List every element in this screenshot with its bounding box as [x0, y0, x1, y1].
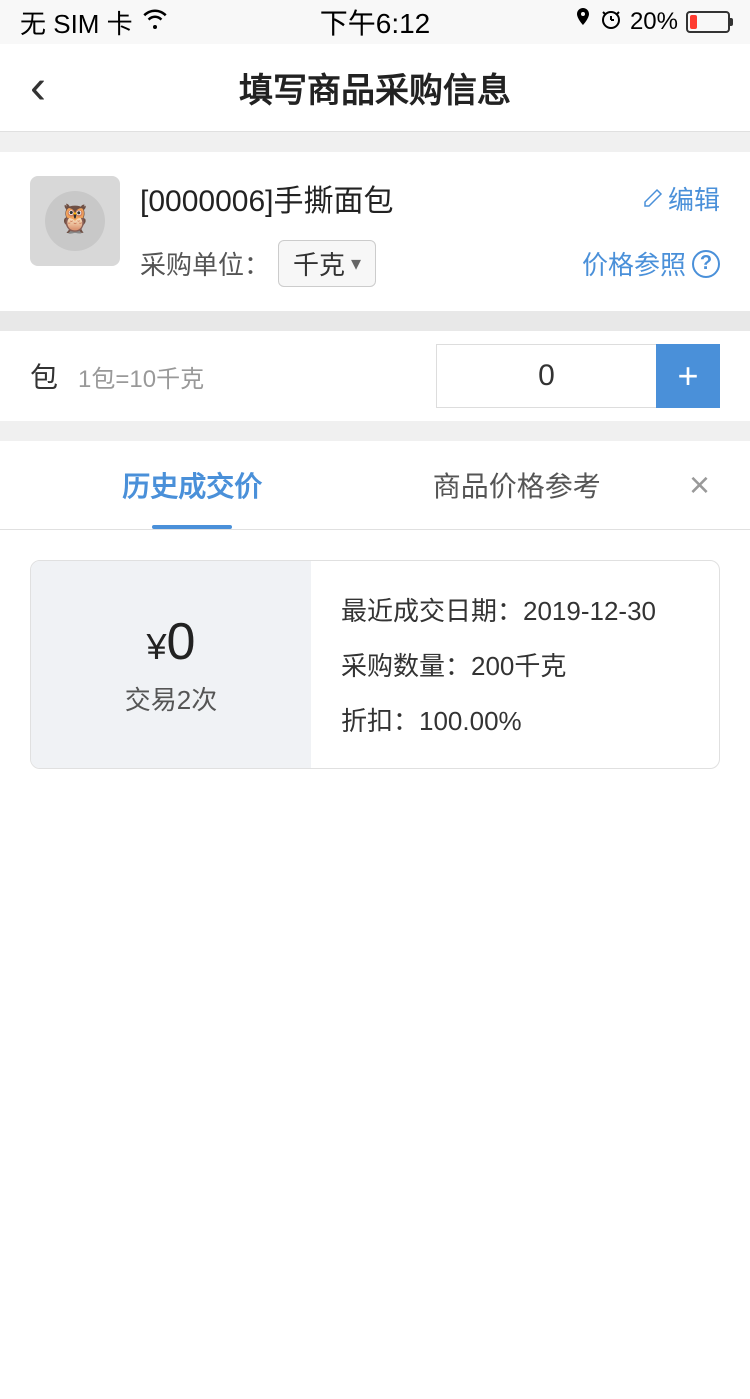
unit-select[interactable]: 千克 ▾	[278, 240, 376, 287]
tabs-panel: 历史成交价 商品价格参考 ×	[0, 441, 750, 530]
quantity-input[interactable]	[436, 344, 656, 408]
tab-history-label: 历史成交价	[122, 465, 262, 505]
purchase-qty-value: 200千克	[471, 651, 566, 681]
info-icon: ?	[692, 250, 720, 278]
tab-history-price[interactable]: 历史成交价	[30, 441, 354, 529]
unit-label: 采购单位：	[140, 245, 270, 282]
price-transactions: 交易2次	[125, 680, 217, 717]
recent-date-label: 最近成交日期：	[341, 596, 523, 626]
tab-price-ref-label: 商品价格参考	[433, 465, 601, 505]
battery-percent: 20%	[630, 8, 678, 36]
quantity-input-wrap: +	[436, 344, 720, 408]
quantity-hint: 1包=10千克	[78, 359, 416, 394]
bottom-area	[0, 799, 750, 1399]
recent-date-value: 2019-12-30	[523, 596, 656, 626]
quantity-row: 包 1包=10千克 +	[0, 331, 750, 421]
unit-value: 千克	[293, 245, 345, 282]
battery-icon	[686, 11, 730, 33]
status-right: 20%	[574, 8, 730, 37]
product-image: 🦉	[30, 176, 120, 266]
product-unit-row: 采购单位： 千克 ▾ 价格参照 ?	[140, 240, 720, 287]
nav-bar: ‹ 填写商品采购信息	[0, 44, 750, 132]
tab-price-ref[interactable]: 商品价格参考	[354, 441, 678, 529]
discount-row: 折扣：100.00%	[341, 701, 689, 738]
alarm-icon	[600, 8, 622, 37]
price-amount: ¥0	[147, 612, 196, 672]
page-title: 填写商品采购信息	[239, 63, 511, 112]
carrier-text: 无 SIM 卡	[20, 4, 133, 41]
product-card: 🦉 [0000006]手撕面包 编辑 采购单位： 千克 ▾	[0, 152, 750, 311]
back-button[interactable]: ‹	[30, 60, 46, 115]
price-right: 最近成交日期：2019-12-30 采购数量：200千克 折扣：100.00%	[311, 561, 719, 768]
svg-text:🦉: 🦉	[58, 203, 93, 235]
price-ref-button[interactable]: 价格参照 ?	[582, 245, 720, 282]
status-left: 无 SIM 卡	[20, 4, 169, 41]
discount-label: 折扣：	[341, 706, 419, 736]
wifi-icon	[141, 9, 169, 35]
product-top: 🦉 [0000006]手撕面包 编辑 采购单位： 千克 ▾	[30, 176, 720, 287]
price-ref-label: 价格参照	[582, 245, 686, 282]
status-time: 下午6:12	[320, 2, 431, 42]
tab-underline	[152, 525, 232, 529]
product-info: [0000006]手撕面包 编辑 采购单位： 千克 ▾ 价格参照 ?	[140, 176, 720, 287]
price-currency: ¥	[147, 626, 167, 667]
purchase-qty-row: 采购数量：200千克	[341, 646, 689, 683]
gray-divider	[0, 311, 750, 331]
location-icon	[574, 8, 592, 37]
price-value: 0	[167, 613, 196, 671]
price-section: ¥0 交易2次 最近成交日期：2019-12-30 采购数量：200千克 折扣：…	[0, 530, 750, 799]
tab-close-button[interactable]: ×	[679, 464, 720, 506]
purchase-qty-label: 采购数量：	[341, 651, 471, 681]
price-left: ¥0 交易2次	[31, 561, 311, 768]
tabs-row: 历史成交价 商品价格参考 ×	[0, 441, 750, 529]
quantity-unit-label: 包	[30, 356, 58, 396]
chevron-down-icon: ▾	[351, 251, 361, 276]
product-name: [0000006]手撕面包	[140, 176, 393, 220]
recent-date-row: 最近成交日期：2019-12-30	[341, 591, 689, 628]
status-bar: 无 SIM 卡 下午6:12 20%	[0, 0, 750, 44]
product-name-row: [0000006]手撕面包 编辑	[140, 176, 720, 220]
price-card: ¥0 交易2次 最近成交日期：2019-12-30 采购数量：200千克 折扣：…	[30, 560, 720, 769]
discount-value: 100.00%	[419, 706, 522, 736]
quantity-plus-button[interactable]: +	[656, 344, 720, 408]
edit-button[interactable]: 编辑	[642, 180, 720, 217]
